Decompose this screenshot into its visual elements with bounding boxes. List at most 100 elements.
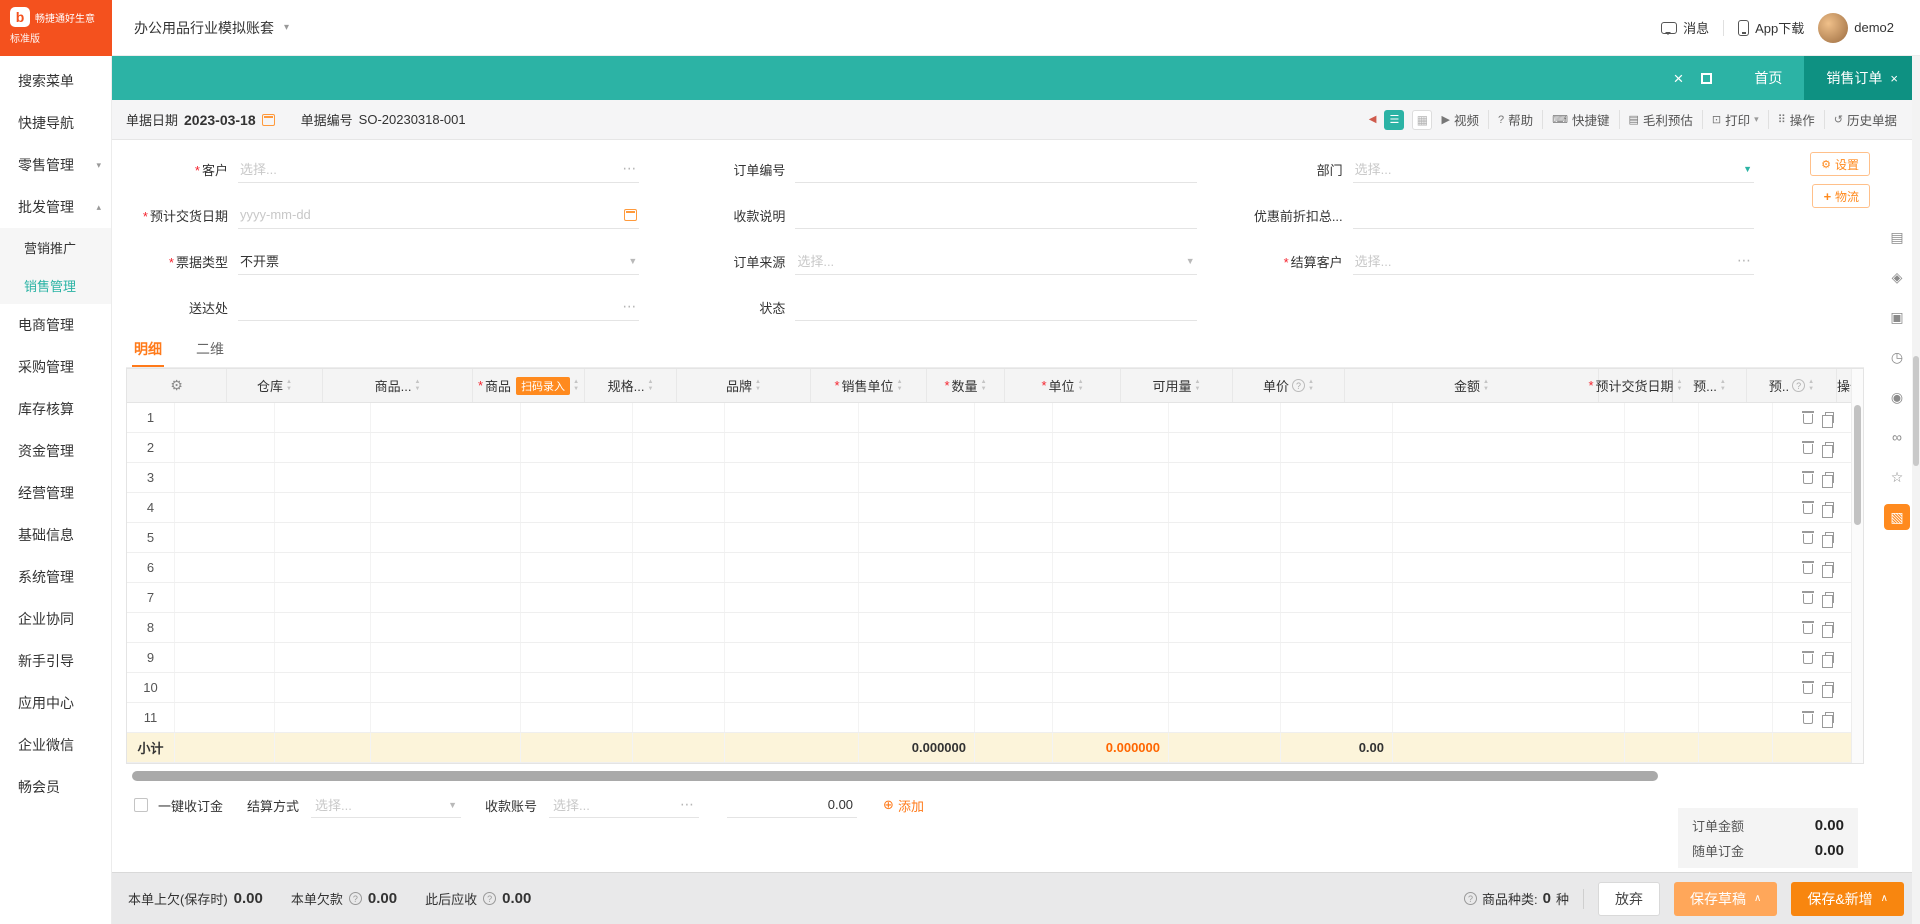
product-cell[interactable] [371, 433, 521, 462]
available-cell[interactable] [1053, 463, 1169, 492]
spec-cell[interactable] [521, 463, 633, 492]
sidebar-item-marketing[interactable]: 营销推广 [0, 228, 111, 266]
amount-cell[interactable] [1281, 463, 1393, 492]
settle-method-select[interactable]: 选择... ▼ [311, 792, 462, 818]
sales-unit-cell[interactable] [725, 613, 859, 642]
collapse-arrow-icon[interactable]: ◀ [1369, 114, 1377, 125]
abandon-button[interactable]: 放弃 [1598, 881, 1660, 916]
quantity-cell[interactable] [859, 523, 975, 552]
amount-cell[interactable] [1281, 403, 1393, 432]
amount-cell[interactable] [1281, 433, 1393, 462]
unit-cell[interactable] [975, 523, 1053, 552]
unit-cell[interactable] [975, 583, 1053, 612]
order-no-input[interactable] [795, 155, 1197, 183]
order-source-select[interactable]: 选择... ▼ [795, 247, 1197, 275]
delivery-date-cell[interactable] [1393, 673, 1625, 702]
sales-unit-cell[interactable] [725, 523, 859, 552]
warehouse-cell[interactable] [175, 703, 275, 732]
price-cell[interactable] [1169, 403, 1281, 432]
ellipsis-picker-icon[interactable]: ⋯ [622, 298, 637, 315]
product-cell[interactable] [371, 613, 521, 642]
grid-vertical-scrollbar[interactable] [1851, 369, 1863, 763]
brand-cell[interactable] [633, 643, 725, 672]
copy-row-icon[interactable] [1821, 532, 1834, 548]
spec-cell[interactable] [521, 433, 633, 462]
close-tab-icon[interactable]: × [1890, 71, 1898, 86]
product-code-cell[interactable] [275, 523, 371, 552]
amount-cell[interactable] [1281, 673, 1393, 702]
quick-deposit-checkbox[interactable] [134, 798, 148, 812]
brand-cell[interactable] [633, 523, 725, 552]
page-vertical-scrollbar[interactable] [1912, 56, 1920, 924]
payment-note-input[interactable] [795, 201, 1197, 229]
discount-total-input[interactable] [1352, 201, 1754, 229]
product-cell[interactable] [371, 493, 521, 522]
amount-cell[interactable] [1281, 583, 1393, 612]
sales-unit-cell[interactable] [725, 703, 859, 732]
sidebar-item-retail[interactable]: 零售管理 ▾ [0, 144, 111, 186]
product-code-cell[interactable] [275, 703, 371, 732]
brand-cell[interactable] [633, 703, 725, 732]
extra-cell[interactable] [1625, 583, 1699, 612]
amount-cell[interactable] [1281, 643, 1393, 672]
grid-column-header[interactable]: ⚙ * 销售单位 ? [811, 369, 927, 402]
scrollbar-thumb[interactable] [1913, 356, 1919, 466]
unit-cell[interactable] [975, 703, 1053, 732]
grid-column-header[interactable]: ⚙ * 预... ? [1673, 369, 1747, 402]
department-select[interactable]: 选择... ▼ [1352, 155, 1754, 183]
extra-cell[interactable] [1625, 703, 1699, 732]
save-draft-button[interactable]: 保存草稿 ∧ [1674, 881, 1778, 916]
tab-sales-order[interactable]: 销售订单 × [1804, 56, 1920, 100]
user-tool-icon[interactable]: ◉ [1884, 384, 1910, 410]
copy-row-icon[interactable] [1821, 652, 1834, 668]
warehouse-cell[interactable] [175, 583, 275, 612]
sidebar-item-system[interactable]: 系统管理 [0, 556, 111, 598]
grid-column-header[interactable]: ⚙ * 金额 ? [1345, 369, 1599, 402]
sales-unit-cell[interactable] [725, 583, 859, 612]
spec-cell[interactable] [521, 703, 633, 732]
copy-row-icon[interactable] [1821, 622, 1834, 638]
sales-unit-cell[interactable] [725, 643, 859, 672]
quantity-cell[interactable] [859, 613, 975, 642]
extra-cell[interactable] [1699, 613, 1773, 642]
extra-cell[interactable] [1699, 403, 1773, 432]
sidebar-item-inventory[interactable]: 库存核算 [0, 388, 111, 430]
product-cell[interactable] [371, 643, 521, 672]
app-download-button[interactable]: App下载 [1738, 18, 1804, 37]
product-cell[interactable] [371, 583, 521, 612]
sort-icon[interactable] [981, 379, 987, 392]
copy-row-icon[interactable] [1821, 412, 1834, 428]
product-cell[interactable] [371, 703, 521, 732]
sort-icon[interactable] [1483, 379, 1489, 392]
shield-tool-icon[interactable]: ◈ [1884, 264, 1910, 290]
doc-date-value[interactable]: 2023-03-18 [184, 112, 256, 128]
sort-icon[interactable] [286, 379, 292, 392]
amount-cell[interactable] [1281, 613, 1393, 642]
product-code-cell[interactable] [275, 583, 371, 612]
amount-cell[interactable] [1281, 553, 1393, 582]
scrollbar-thumb[interactable] [132, 771, 1658, 781]
delete-row-icon[interactable] [1801, 530, 1814, 544]
grid-column-header[interactable]: ⚙ * 商品... ? [323, 369, 473, 402]
delivery-date-cell[interactable] [1393, 463, 1625, 492]
quantity-cell[interactable] [859, 673, 975, 702]
spec-cell[interactable] [521, 553, 633, 582]
grid-column-header[interactable]: ⚙ * 可用量 ? [1121, 369, 1233, 402]
price-cell[interactable] [1169, 433, 1281, 462]
price-cell[interactable] [1169, 493, 1281, 522]
extra-cell[interactable] [1699, 703, 1773, 732]
warehouse-cell[interactable] [175, 643, 275, 672]
copy-row-icon[interactable] [1821, 592, 1834, 608]
available-cell[interactable] [1053, 613, 1169, 642]
available-cell[interactable] [1053, 643, 1169, 672]
quantity-cell[interactable] [859, 703, 975, 732]
messages-button[interactable]: 消息 [1661, 18, 1709, 37]
price-cell[interactable] [1169, 613, 1281, 642]
extra-cell[interactable] [1699, 493, 1773, 522]
product-code-cell[interactable] [275, 493, 371, 522]
warehouse-cell[interactable] [175, 463, 275, 492]
warehouse-cell[interactable] [175, 553, 275, 582]
extra-cell[interactable] [1625, 613, 1699, 642]
delete-row-icon[interactable] [1801, 440, 1814, 454]
delete-row-icon[interactable] [1801, 470, 1814, 484]
